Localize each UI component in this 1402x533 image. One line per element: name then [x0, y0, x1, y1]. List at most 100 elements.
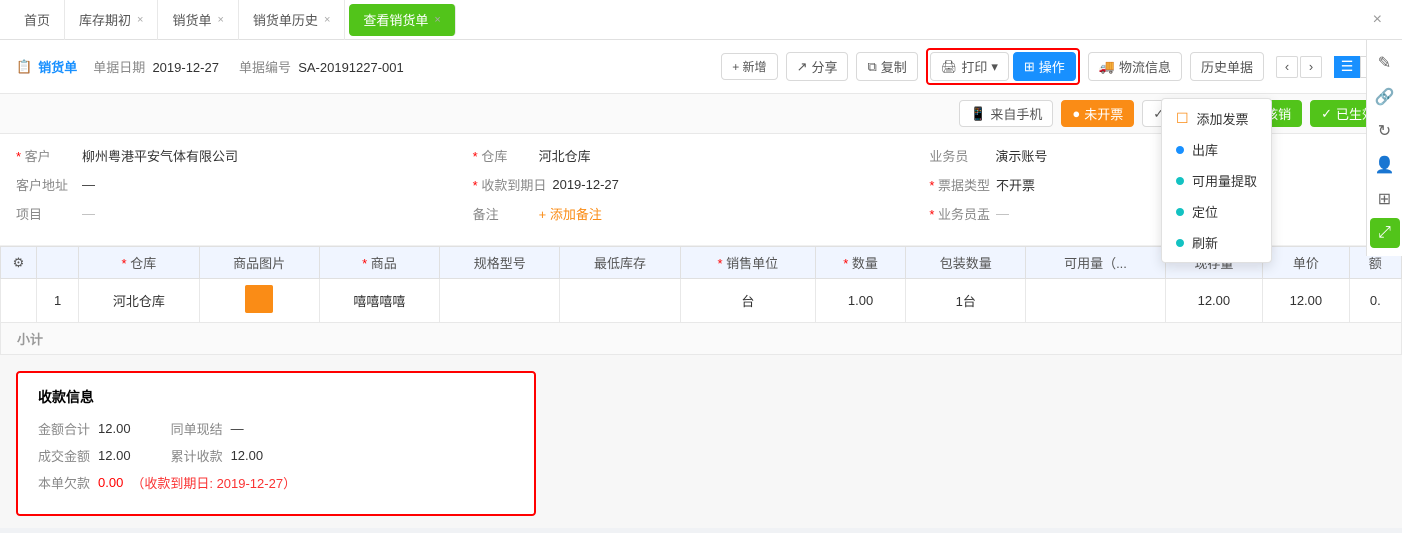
cell-sales-unit: 台 — [680, 279, 815, 323]
close-inventory-init[interactable]: × — [137, 14, 143, 26]
tab-sales-order[interactable]: 销货单 × — [158, 0, 238, 40]
payment-title: 收款信息 — [38, 387, 514, 407]
product-image — [245, 285, 273, 313]
note-field: 备注 + 添加备注 — [473, 204, 930, 223]
col-sales-unit: * 销售单位 — [680, 247, 815, 279]
dropdown-locate[interactable]: 定位 — [1162, 196, 1271, 227]
right-user-icon[interactable]: 👤 — [1370, 150, 1400, 180]
cell-product-img — [199, 279, 319, 323]
col-rownum — [37, 247, 79, 279]
dropdown-add-invoice[interactable]: ☐ 添加发票 — [1162, 103, 1271, 134]
tab-sales-history[interactable]: 销货单历史 × — [239, 0, 345, 40]
subtotal-cell: 小计 — [1, 323, 1402, 355]
customer-field: 客户 柳州粤港平安气体有限公司 — [16, 146, 473, 165]
share-icon: ↗ — [797, 59, 808, 75]
invoice-icon: ☐ — [1176, 110, 1189, 127]
payment-arrears: 本单欠款 0.00 （收款到期日: 2019-12-27） — [38, 473, 296, 492]
payment-row-1: 金额合计 12.00 同单现结 — — [38, 419, 514, 438]
project-field: 项目 — — [16, 204, 473, 223]
cell-pkg-qty: 1台 — [906, 279, 1026, 323]
col-quantity: * 数量 — [816, 247, 906, 279]
copy-button[interactable]: ⧉ 复制 — [856, 52, 917, 81]
dot-icon: ● — [1072, 106, 1080, 121]
close-view-sales[interactable]: × — [434, 14, 440, 26]
cell-stock: 12.00 — [1165, 279, 1263, 323]
phone-icon: 📱 — [970, 106, 986, 122]
prev-arrow[interactable]: ‹ — [1276, 56, 1298, 78]
bottom-section: 收款信息 金额合计 12.00 同单现结 — 成交金额 12.00 累计收款 — [0, 355, 1402, 528]
doc-meta: 单据日期 2019-12-27 单据编号 SA-20191227-001 — [93, 57, 404, 76]
cell-available — [1026, 279, 1165, 323]
add-button[interactable]: + 新增 — [721, 53, 777, 80]
right-refresh-icon[interactable]: ↻ — [1370, 116, 1400, 146]
toolbar: + 新增 ↗ 分享 ⧉ 复制 🖨 打印 ▾ ⊞ 操作 — [721, 48, 1386, 85]
tab-home[interactable]: 首页 — [10, 0, 65, 40]
payment-total: 金额合计 12.00 — [38, 419, 131, 438]
outbound-dot — [1176, 146, 1184, 154]
col-spec: 规格型号 — [440, 247, 560, 279]
salesperson-field: 业务员 演示账号 — [929, 146, 1386, 165]
salesperson2-field: 业务员盂 — — [929, 204, 1386, 223]
payment-date-field: 收款到期日 2019-12-27 — [473, 175, 930, 194]
tab-inventory-init[interactable]: 库存期初 × — [65, 0, 158, 40]
doc-icon: 📋 — [16, 59, 32, 75]
available-dot — [1176, 177, 1184, 185]
cell-quantity: 1.00 — [816, 279, 906, 323]
logistics-icon: 🚚 — [1099, 59, 1115, 75]
dropdown-outbound[interactable]: 出库 — [1162, 134, 1271, 165]
history-button[interactable]: 历史单据 — [1190, 52, 1264, 81]
print-operate-highlight: 🖨 打印 ▾ ⊞ 操作 — [926, 48, 1080, 85]
right-expand-icon[interactable]: ⤢ — [1370, 218, 1400, 248]
right-panel: ✎ 🔗 ↻ 👤 ⊞ ⤢ — [1366, 40, 1402, 256]
not-open-button[interactable]: ● 未开票 — [1061, 100, 1134, 127]
operate-button[interactable]: ⊞ 操作 — [1013, 52, 1076, 81]
print-icon: 🖨 — [941, 59, 958, 75]
address-field: 客户地址 — — [16, 175, 473, 194]
right-link-icon[interactable]: 🔗 — [1370, 82, 1400, 112]
cell-warehouse: 河北仓库 — [79, 279, 199, 323]
col-min-stock: 最低库存 — [560, 247, 680, 279]
doc-date-label: 单据日期 2019-12-27 — [93, 57, 219, 76]
add-note-button[interactable]: + 添加备注 — [539, 204, 602, 223]
effective-icon: ✓ — [1321, 106, 1332, 122]
payment-cumulative: 累计收款 12.00 — [171, 446, 264, 465]
warehouse-field: 仓库 河北仓库 — [473, 146, 930, 165]
refresh-dot — [1176, 239, 1184, 247]
cell-spec — [440, 279, 560, 323]
col-product-img: 商品图片 — [199, 247, 319, 279]
dropdown-refresh[interactable]: 刷新 — [1162, 227, 1271, 258]
right-table-icon[interactable]: ⊞ — [1370, 184, 1400, 214]
tab-bar: 首页 库存期初 × 销货单 × 销货单历史 × 查看销货单 × × — [0, 0, 1402, 40]
doc-header: 📋 销货单 单据日期 2019-12-27 单据编号 SA-20191227-0… — [0, 40, 1402, 94]
payment-row-2: 成交金额 12.00 累计收款 12.00 — [38, 446, 514, 465]
tab-view-sales[interactable]: 查看销货单 × — [349, 4, 455, 36]
dropdown-menu: ☐ 添加发票 出库 可用量提取 定位 刷新 — [1161, 98, 1272, 263]
cell-rownum: 1 — [37, 279, 79, 323]
col-product: * 商品 — [319, 247, 439, 279]
subtotal-row: 小计 — [1, 323, 1402, 355]
col-unit-price: 单价 — [1263, 247, 1349, 279]
dropdown-available-qty[interactable]: 可用量提取 — [1162, 165, 1271, 196]
col-gear: ⚙ — [1, 247, 37, 279]
due-date: 2019-12-27 — [217, 476, 284, 491]
global-close-button[interactable]: × — [1363, 11, 1392, 29]
print-button[interactable]: 🖨 打印 ▾ — [930, 52, 1009, 81]
cell-product: 嘻嘻嘻嘻 — [319, 279, 439, 323]
next-arrow[interactable]: › — [1300, 56, 1322, 78]
col-pkg-qty: 包装数量 — [906, 247, 1026, 279]
cell-amount: 0. — [1349, 279, 1401, 323]
close-sales-order[interactable]: × — [217, 14, 223, 26]
doc-title: 📋 销货单 — [16, 57, 77, 76]
copy-icon: ⧉ — [867, 59, 876, 75]
payment-row-3: 本单欠款 0.00 （收款到期日: 2019-12-27） — [38, 473, 514, 492]
from-phone-button[interactable]: 📱 来自手机 — [959, 100, 1053, 127]
payment-deal-amount: 成交金额 12.00 — [38, 446, 131, 465]
list-view-btn[interactable]: ☰ — [1334, 56, 1360, 78]
close-sales-history[interactable]: × — [324, 14, 330, 26]
cell-unit-price: 12.00 — [1263, 279, 1349, 323]
payment-same-settle: 同单现结 — — [171, 419, 244, 438]
logistics-button[interactable]: 🚚 物流信息 — [1088, 52, 1182, 81]
right-edit-icon[interactable]: ✎ — [1370, 48, 1400, 78]
col-warehouse: * 仓库 — [79, 247, 199, 279]
share-button[interactable]: ↗ 分享 — [786, 52, 849, 81]
